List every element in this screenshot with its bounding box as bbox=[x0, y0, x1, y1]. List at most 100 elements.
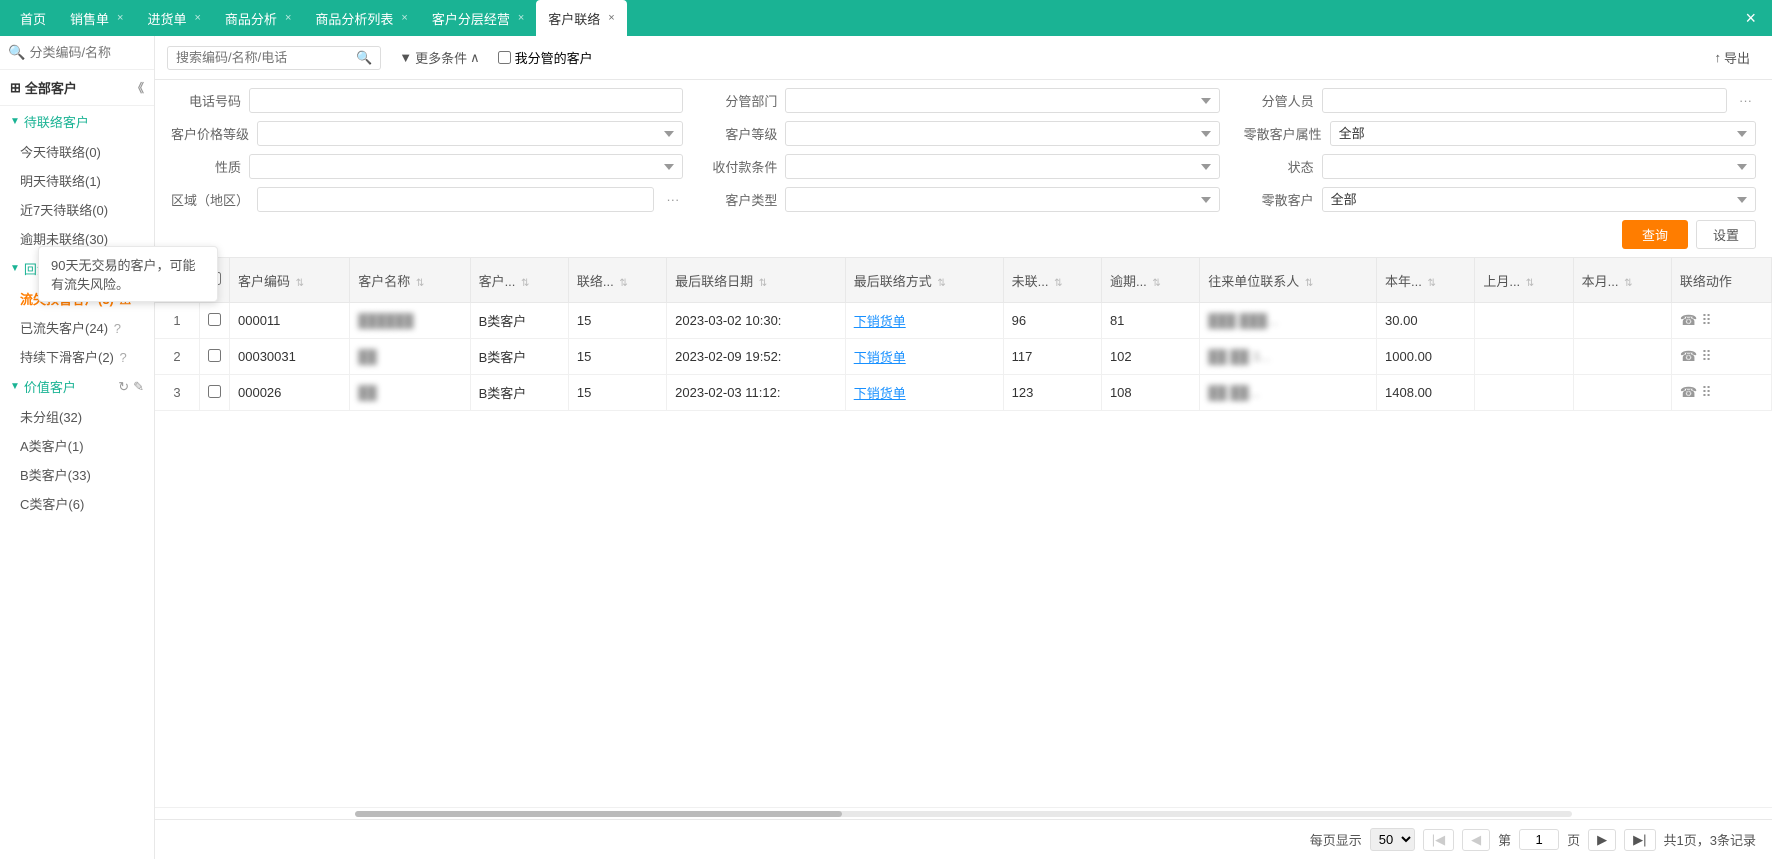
contact-action-icon-1[interactable]: ☎ bbox=[1680, 312, 1697, 329]
refresh-icon[interactable]: ↻ bbox=[118, 379, 129, 395]
td-last-way-1: 下销货单 bbox=[845, 303, 1003, 339]
sort-icon-overdue[interactable]: ⇅ bbox=[1152, 278, 1160, 289]
export-button[interactable]: ↑ 导出 bbox=[1704, 44, 1760, 71]
sort-icon-this-month[interactable]: ⇅ bbox=[1624, 278, 1632, 289]
filter-cell-region: 区域（地区） ··· bbox=[171, 187, 683, 212]
tab-home[interactable]: 首页 bbox=[8, 0, 58, 36]
close-tab-product-analysis-list[interactable]: × bbox=[401, 12, 407, 24]
close-tab-customer-tier[interactable]: × bbox=[518, 12, 524, 24]
contact-action-icon-3[interactable]: ☎ bbox=[1680, 384, 1697, 401]
payment-label: 收付款条件 bbox=[707, 157, 777, 176]
region-input[interactable] bbox=[257, 187, 654, 212]
all-customers-item[interactable]: ⊞ 全部客户 《 bbox=[0, 70, 154, 106]
nature-select[interactable] bbox=[249, 154, 683, 179]
customer-type-select[interactable] bbox=[785, 187, 1219, 212]
section-pending-contact[interactable]: ▼ 待联络客户 bbox=[0, 106, 154, 137]
more-action-icon-2[interactable]: ⠿ bbox=[1701, 348, 1711, 365]
more-conditions-button[interactable]: ▼ 更多条件 ∧ bbox=[389, 44, 489, 71]
row-checkbox-1[interactable] bbox=[208, 313, 221, 326]
more-action-icon-1[interactable]: ⠿ bbox=[1701, 312, 1711, 329]
sort-icon-contact-person[interactable]: ⇅ bbox=[1305, 278, 1313, 289]
horizontal-scrollbar[interactable] bbox=[155, 807, 1772, 819]
td-checkbox-3 bbox=[200, 375, 230, 411]
td-contact-count-1: 15 bbox=[568, 303, 666, 339]
sidebar-item-c-class[interactable]: C类客户(6) bbox=[0, 489, 154, 518]
td-code-3: 000026 bbox=[230, 375, 350, 411]
my-customers-checkbox[interactable] bbox=[498, 51, 511, 64]
tab-product-analysis-list[interactable]: 商品分析列表 × bbox=[303, 0, 419, 36]
scrollbar-thumb[interactable] bbox=[355, 811, 842, 817]
sidebar-item-declining[interactable]: 持续下滑客户(2) ? bbox=[0, 342, 154, 371]
th-overdue: 逾期... ⇅ bbox=[1101, 258, 1199, 303]
retail-attr-select[interactable]: 全部 bbox=[1330, 121, 1756, 146]
first-page-button[interactable]: |◀ bbox=[1423, 829, 1454, 851]
sort-icon-contact[interactable]: ⇅ bbox=[619, 278, 627, 289]
tab-product-analysis[interactable]: 商品分析 × bbox=[213, 0, 303, 36]
dept-select[interactable] bbox=[785, 88, 1219, 113]
sort-icon-code[interactable]: ⇅ bbox=[296, 278, 304, 289]
contact-person-2: ██ ██ 3... bbox=[1208, 349, 1270, 364]
filter-cell-retail: 零散客户 全部 bbox=[1244, 187, 1756, 212]
edit-icon[interactable]: ✎ bbox=[133, 379, 144, 395]
sidebar-item-ungrouped[interactable]: 未分组(32) bbox=[0, 402, 154, 431]
phone-input[interactable] bbox=[249, 88, 683, 113]
page-size-select[interactable]: 50 bbox=[1370, 828, 1415, 851]
person-input[interactable] bbox=[1322, 88, 1727, 113]
sort-icon-last-date[interactable]: ⇅ bbox=[759, 278, 767, 289]
close-tab-customer-contact[interactable]: × bbox=[608, 12, 614, 24]
sort-icon-type[interactable]: ⇅ bbox=[521, 278, 529, 289]
sort-icon-last-month[interactable]: ⇅ bbox=[1526, 278, 1534, 289]
tab-customer-tier[interactable]: 客户分层经营 × bbox=[420, 0, 536, 36]
row-checkbox-2[interactable] bbox=[208, 349, 221, 362]
sidebar-item-today[interactable]: 今天待联络(0) bbox=[0, 137, 154, 166]
region-dots[interactable]: ··· bbox=[662, 192, 683, 207]
payment-select[interactable] bbox=[785, 154, 1219, 179]
contact-action-icon-2[interactable]: ☎ bbox=[1680, 348, 1697, 365]
filter-cell-nature: 性质 bbox=[171, 154, 683, 179]
sidebar-item-b-class[interactable]: B类客户(33) bbox=[0, 460, 154, 489]
last-page-button[interactable]: ▶| bbox=[1624, 829, 1655, 851]
sidebar-item-7days[interactable]: 近7天待联络(0) bbox=[0, 195, 154, 224]
status-select[interactable] bbox=[1322, 154, 1756, 179]
sidebar-item-tomorrow[interactable]: 明天待联络(1) bbox=[0, 166, 154, 195]
sort-icon-name[interactable]: ⇅ bbox=[416, 278, 424, 289]
sidebar-search-input[interactable] bbox=[29, 45, 155, 60]
retail-select[interactable]: 全部 bbox=[1322, 187, 1756, 212]
tab-sales[interactable]: 销售单 × bbox=[58, 0, 135, 36]
sidebar-item-churned[interactable]: 已流失客户(24) ? bbox=[0, 313, 154, 342]
query-button[interactable]: 查询 bbox=[1622, 220, 1688, 249]
main-search-icon[interactable]: 🔍 bbox=[356, 50, 372, 66]
td-uncontact-3: 123 bbox=[1003, 375, 1101, 411]
sidebar-item-a-class[interactable]: A类客户(1) bbox=[0, 431, 154, 460]
nature-label: 性质 bbox=[171, 157, 241, 176]
page-input[interactable] bbox=[1519, 829, 1559, 850]
close-tab-product-analysis[interactable]: × bbox=[285, 12, 291, 24]
my-customers-checkbox-label[interactable]: 我分管的客户 bbox=[498, 48, 593, 67]
row-checkbox-3[interactable] bbox=[208, 385, 221, 398]
more-action-icon-3[interactable]: ⠿ bbox=[1701, 384, 1711, 401]
tab-customer-contact[interactable]: 客户联络 × bbox=[536, 0, 626, 36]
person-dots[interactable]: ··· bbox=[1735, 93, 1756, 108]
last-way-link-1[interactable]: 下销货单 bbox=[854, 314, 906, 329]
last-way-link-3[interactable]: 下销货单 bbox=[854, 386, 906, 401]
next-page-button[interactable]: ▶ bbox=[1588, 829, 1616, 851]
td-num-1: 1 bbox=[155, 303, 200, 339]
close-tab-sales[interactable]: × bbox=[117, 12, 123, 24]
last-way-link-2[interactable]: 下销货单 bbox=[854, 350, 906, 365]
sort-icon-uncontact[interactable]: ⇅ bbox=[1054, 278, 1062, 289]
section-value-customers[interactable]: ▼ 价值客户 ↻ ✎ bbox=[0, 371, 154, 402]
filter-row-4: 区域（地区） ··· 客户类型 零散客户 全部 bbox=[171, 187, 1756, 212]
sort-icon-this-year[interactable]: ⇅ bbox=[1428, 278, 1436, 289]
window-close-button[interactable]: × bbox=[1737, 8, 1764, 29]
row-actions-2: ☎ ⠿ bbox=[1680, 348, 1763, 365]
sort-icon-last-way[interactable]: ⇅ bbox=[937, 278, 945, 289]
main-search-input[interactable] bbox=[176, 50, 352, 65]
table-row: 1 000011 ██████ B类客户 15 2023-03-02 10:30… bbox=[155, 303, 1772, 339]
settings-button[interactable]: 设置 bbox=[1696, 220, 1756, 249]
customer-name-1: ██████ bbox=[358, 313, 413, 328]
tab-purchase[interactable]: 进货单 × bbox=[135, 0, 212, 36]
customer-level-select[interactable] bbox=[785, 121, 1219, 146]
close-tab-purchase[interactable]: × bbox=[194, 12, 200, 24]
price-level-select[interactable] bbox=[257, 121, 683, 146]
prev-page-button[interactable]: ◀ bbox=[1462, 829, 1490, 851]
